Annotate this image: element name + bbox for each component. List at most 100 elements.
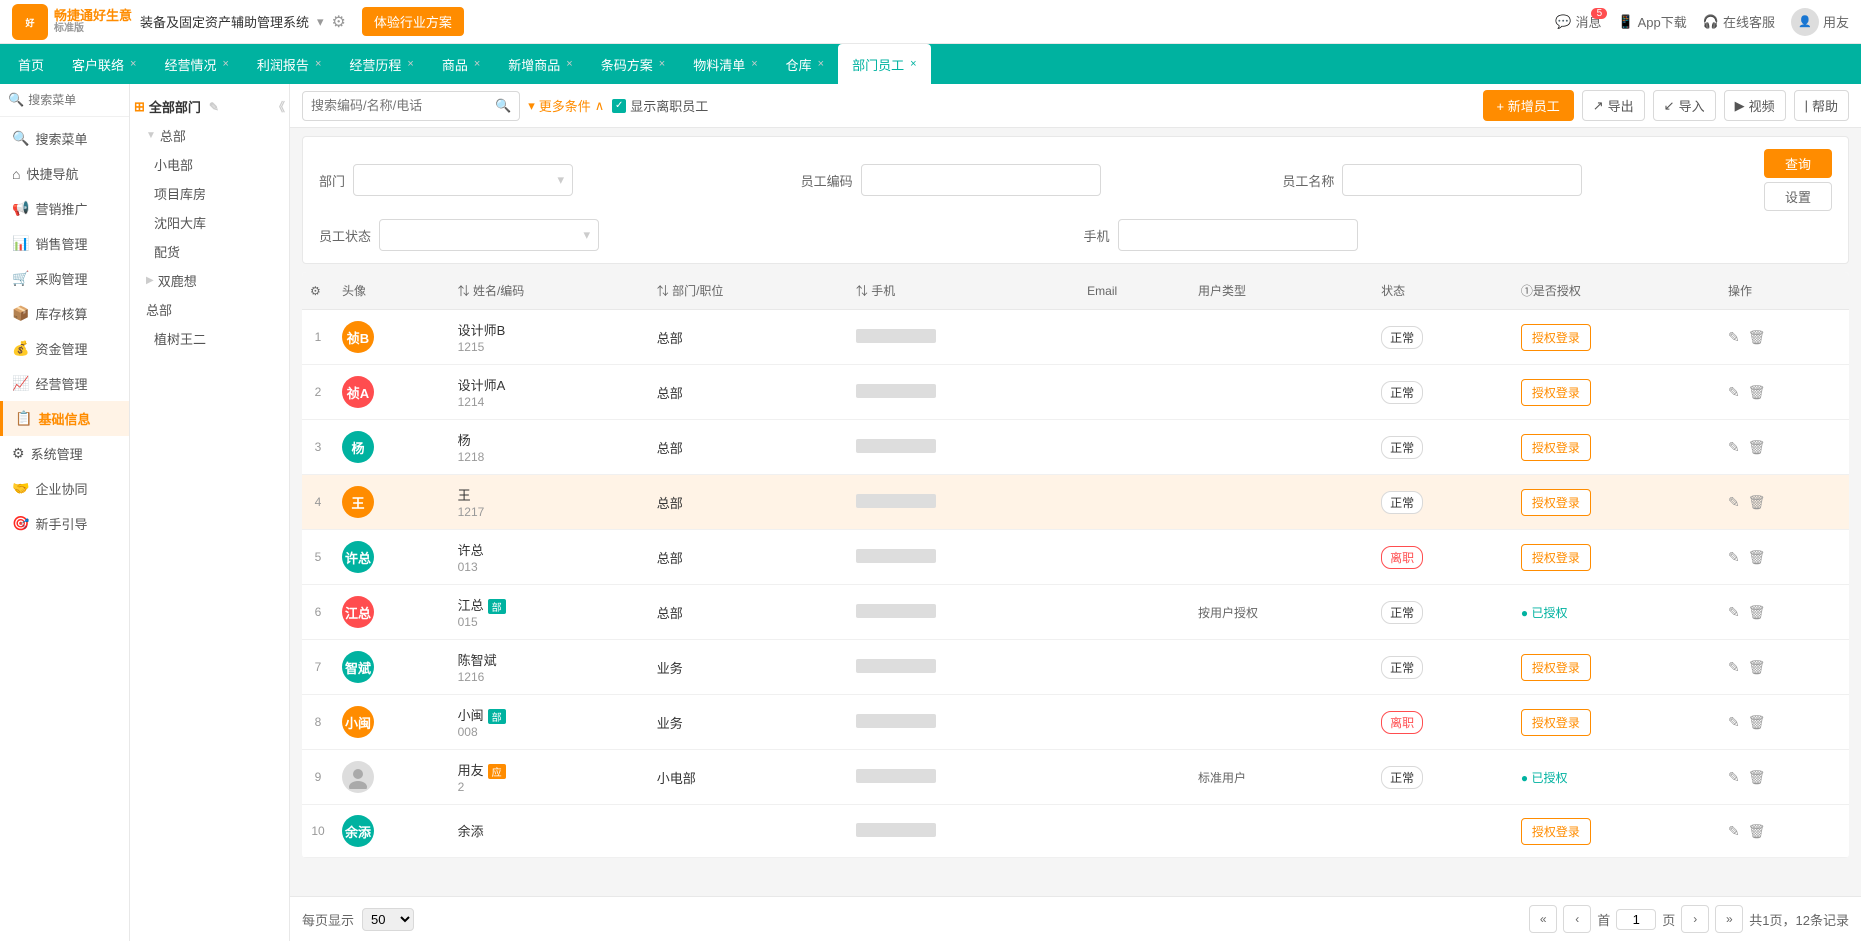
dept-all-item[interactable]: ⊞ 全部部门 ✎ 《 — [130, 92, 289, 121]
tab-close-icon[interactable]: × — [751, 58, 757, 70]
dept-tree-item-shenyangdaku[interactable]: 沈阳大库 — [130, 208, 289, 237]
emp-name-input[interactable] — [1342, 164, 1582, 196]
delete-icon[interactable]: 🗑 — [1748, 494, 1766, 511]
tab-close-icon[interactable]: × — [659, 58, 665, 70]
nav-tab-物料清单[interactable]: 物料清单× — [679, 44, 771, 84]
delete-icon[interactable]: 🗑 — [1748, 439, 1766, 456]
sidebar-item-新手引导[interactable]: 🎯新手引导 — [0, 506, 129, 541]
search-btn[interactable]: 查询 — [1764, 149, 1832, 178]
nav-tab-部门员工[interactable]: 部门员工× — [838, 44, 930, 84]
sidebar-item-基础信息[interactable]: 📋基础信息 — [0, 401, 129, 436]
col-phone[interactable]: ⇅ 手机 — [848, 272, 1079, 310]
edit-icon[interactable]: ✎ — [1728, 659, 1740, 676]
sidebar-item-搜索菜单[interactable]: 🔍搜索菜单 — [0, 121, 129, 156]
export-btn[interactable]: ↗ 导出 — [1582, 90, 1645, 121]
auth-btn[interactable]: 授权登录 — [1521, 654, 1591, 681]
sidebar-item-采购管理[interactable]: 🛒采购管理 — [0, 261, 129, 296]
resigned-checkbox[interactable]: ✓ — [612, 99, 626, 113]
user-menu[interactable]: 👤 用友 — [1791, 8, 1849, 36]
col-name-code[interactable]: ⇅ 姓名/编码 — [450, 272, 649, 310]
edit-icon[interactable]: ✎ — [1728, 769, 1740, 786]
dept-tree-item-zongbu-parent[interactable]: ▼ 总部 — [130, 121, 289, 150]
edit-icon[interactable]: ✎ — [1728, 549, 1740, 566]
collapse-dept-icon[interactable]: 《 — [273, 98, 285, 115]
sidebar-item-销售管理[interactable]: 📊销售管理 — [0, 226, 129, 261]
nav-tab-新增商品[interactable]: 新增商品× — [494, 44, 586, 84]
tab-close-icon[interactable]: × — [315, 58, 321, 70]
dept-select[interactable]: ▾ — [353, 164, 573, 196]
online-service-btn[interactable]: 🎧 在线客服 — [1703, 12, 1775, 31]
sidebar-item-系统管理[interactable]: ⚙系统管理 — [0, 436, 129, 471]
nav-tab-仓库[interactable]: 仓库× — [772, 44, 838, 84]
tab-close-icon[interactable]: × — [130, 58, 136, 70]
nav-tab-首页[interactable]: 首页 — [4, 44, 58, 84]
experience-btn[interactable]: 体验行业方案 — [362, 7, 464, 36]
sidebar-item-营销推广[interactable]: 📢营销推广 — [0, 191, 129, 226]
prev-page-btn[interactable]: ‹ — [1563, 905, 1591, 933]
delete-icon[interactable]: 🗑 — [1748, 549, 1766, 566]
tab-close-icon[interactable]: × — [474, 58, 480, 70]
delete-icon[interactable]: 🗑 — [1748, 329, 1766, 346]
add-employee-btn[interactable]: + 新增员工 — [1483, 90, 1574, 121]
first-page-btn[interactable]: « — [1529, 905, 1557, 933]
last-page-btn[interactable]: » — [1715, 905, 1743, 933]
auth-btn[interactable]: 授权登录 — [1521, 818, 1591, 845]
search-input[interactable] — [311, 98, 491, 113]
edit-icon[interactable]: ✎ — [1728, 604, 1740, 621]
help-btn[interactable]: | 帮助 — [1794, 90, 1849, 121]
tab-close-icon[interactable]: × — [910, 58, 916, 70]
nav-tab-经营情况[interactable]: 经营情况× — [150, 44, 242, 84]
nav-tab-商品[interactable]: 商品× — [428, 44, 494, 84]
dept-tree-item-zhishu[interactable]: 植树王二 — [130, 324, 289, 353]
edit-icon[interactable]: ✎ — [1728, 823, 1740, 840]
app-download-btn[interactable]: 📱 App下载 — [1617, 12, 1686, 31]
sidebar-item-快捷导航[interactable]: ⌂快捷导航 — [0, 156, 129, 191]
delete-icon[interactable]: 🗑 — [1748, 714, 1766, 731]
dept-tree-item-peihuo[interactable]: 配货 — [130, 237, 289, 266]
dept-tree-item-xiaodianbuf[interactable]: 小电部 — [130, 150, 289, 179]
delete-icon[interactable]: 🗑 — [1748, 823, 1766, 840]
auth-btn[interactable]: 授权登录 — [1521, 324, 1591, 351]
delete-icon[interactable]: 🗑 — [1748, 384, 1766, 401]
col-dept-pos[interactable]: ⇅ 部门/职位 — [649, 272, 848, 310]
emp-status-select[interactable]: ▾ — [379, 219, 599, 251]
col-settings[interactable]: ⚙ — [302, 272, 334, 310]
auth-btn[interactable]: 授权登录 — [1521, 709, 1591, 736]
nav-tab-经营历程[interactable]: 经营历程× — [335, 44, 427, 84]
edit-icon[interactable]: ✎ — [1728, 494, 1740, 511]
nav-tab-客户联络[interactable]: 客户联络× — [58, 44, 150, 84]
tab-close-icon[interactable]: × — [818, 58, 824, 70]
auth-btn[interactable]: 授权登录 — [1521, 489, 1591, 516]
edit-icon[interactable]: ✎ — [1728, 384, 1740, 401]
nav-tab-利润报告[interactable]: 利润报告× — [243, 44, 335, 84]
sidebar-item-经营管理[interactable]: 📈经营管理 — [0, 366, 129, 401]
more-filter-btn[interactable]: ▾ 更多条件 ∧ — [528, 96, 604, 115]
auth-btn[interactable]: 授权登录 — [1521, 379, 1591, 406]
nav-tab-条码方案[interactable]: 条码方案× — [587, 44, 679, 84]
system-dropdown-arrow[interactable]: ▾ — [317, 14, 324, 30]
auth-btn[interactable]: 授权登录 — [1521, 434, 1591, 461]
phone-input[interactable] — [1118, 219, 1358, 251]
delete-icon[interactable]: 🗑 — [1748, 769, 1766, 786]
dept-tree-item-xiangmukufang[interactable]: 项目库房 — [130, 179, 289, 208]
tab-close-icon[interactable]: × — [222, 58, 228, 70]
next-page-btn[interactable]: › — [1681, 905, 1709, 933]
sidebar-item-企业协同[interactable]: 🤝企业协同 — [0, 471, 129, 506]
sidebar-item-库存核算[interactable]: 📦库存核算 — [0, 296, 129, 331]
dept-tree-item-shuanglu[interactable]: ▶ 双鹿想 — [130, 266, 289, 295]
video-btn[interactable]: ▶ 视频 — [1724, 90, 1786, 121]
auth-btn[interactable]: 授权登录 — [1521, 544, 1591, 571]
per-page-select[interactable]: 50 100 — [362, 908, 414, 931]
emp-code-input[interactable] — [861, 164, 1101, 196]
page-number-input[interactable] — [1616, 909, 1656, 930]
edit-icon[interactable]: ✎ — [1728, 439, 1740, 456]
tab-close-icon[interactable]: × — [566, 58, 572, 70]
edit-icon[interactable]: ✎ — [1728, 329, 1740, 346]
dept-tree-item-zongbu2[interactable]: 总部 — [130, 295, 289, 324]
delete-icon[interactable]: 🗑 — [1748, 604, 1766, 621]
sidebar-item-资金管理[interactable]: 💰资金管理 — [0, 331, 129, 366]
edit-dept-icon[interactable]: ✎ — [209, 100, 219, 114]
tab-close-icon[interactable]: × — [407, 58, 413, 70]
delete-icon[interactable]: 🗑 — [1748, 659, 1766, 676]
edit-icon[interactable]: ✎ — [1728, 714, 1740, 731]
